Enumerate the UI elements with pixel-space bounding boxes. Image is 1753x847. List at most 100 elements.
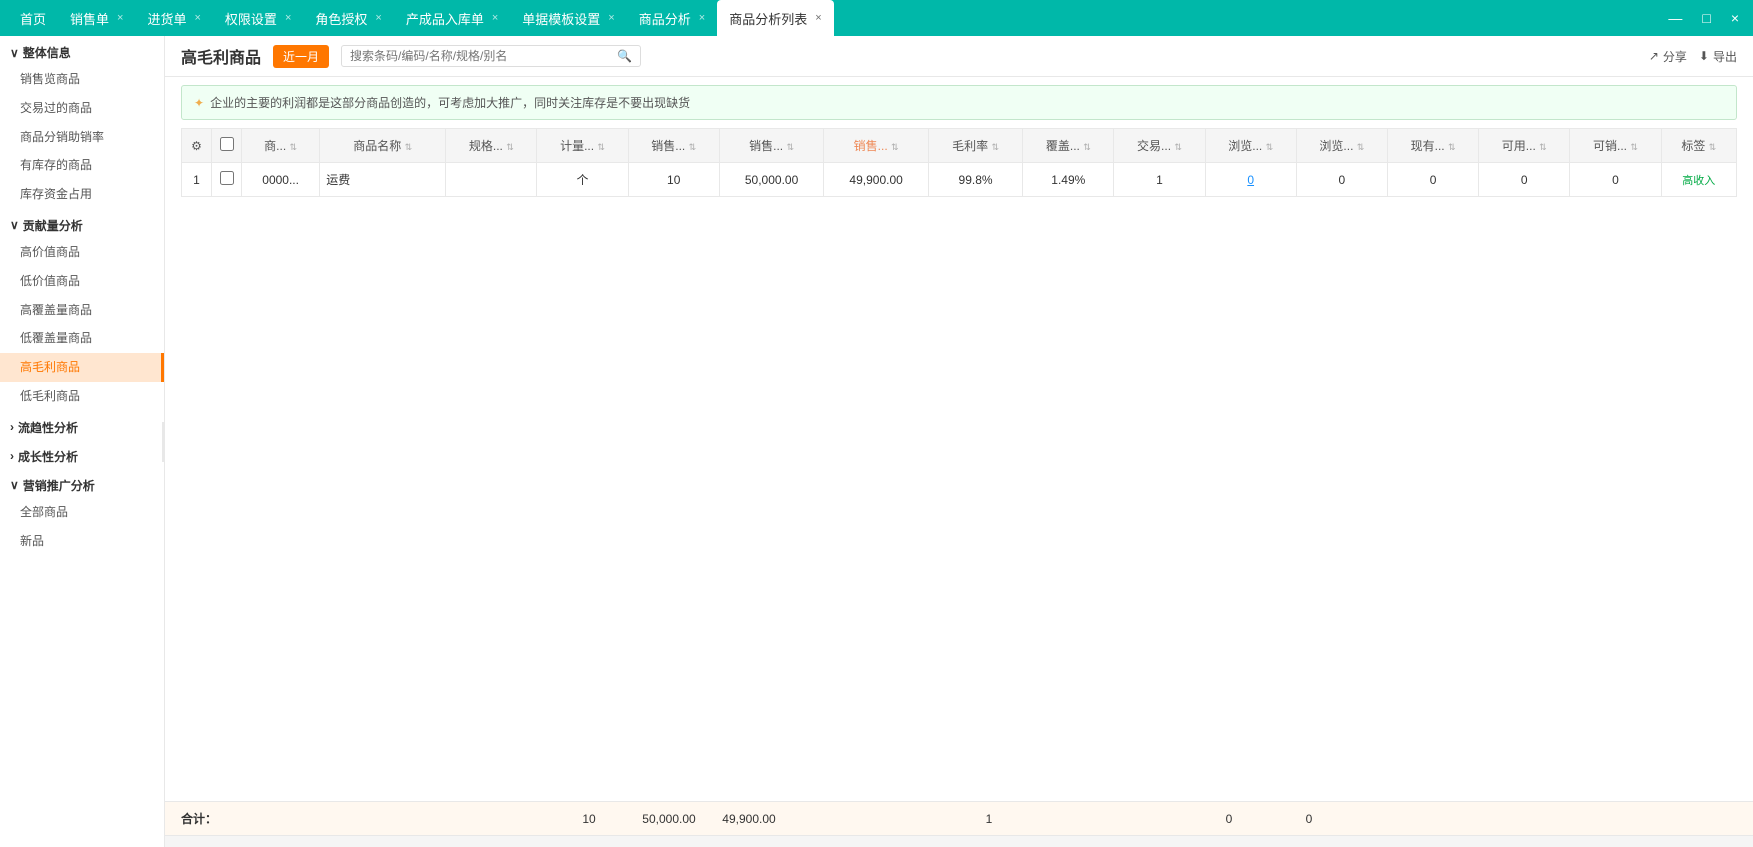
sidebar-item-high-margin[interactable]: 高毛利商品 (0, 353, 164, 382)
browse2-column-header[interactable]: 浏览... ⇅ (1296, 129, 1387, 163)
sort-icon: ⇅ (1448, 142, 1456, 152)
available-column-header[interactable]: 可用... ⇅ (1479, 129, 1570, 163)
sidebar-item-high-value[interactable]: 高价值商品 (0, 238, 164, 267)
close-icon[interactable]: × (492, 12, 498, 24)
sidebar-item-low-value[interactable]: 低价值商品 (0, 267, 164, 296)
sales-qty-column-header[interactable]: 销售... ⇅ (628, 129, 719, 163)
code-column-header[interactable]: 商... ⇅ (242, 129, 320, 163)
search-icon[interactable]: 🔍 (617, 49, 632, 63)
spec-column-header[interactable]: 规格... ⇅ (446, 129, 537, 163)
sort-icon: ⇅ (991, 142, 999, 152)
export-icon: ⬇ (1699, 49, 1709, 63)
settings-icon[interactable]: ⚙ (191, 139, 202, 153)
sidebar-group-trend[interactable]: › 流趋性分析 (0, 411, 164, 440)
nav-template-settings[interactable]: 单据模板设置 × (510, 0, 626, 36)
sales-amount-column-header[interactable]: 销售... ⇅ (719, 129, 824, 163)
current-stock-column-header[interactable]: 现有... ⇅ (1387, 129, 1478, 163)
close-icon[interactable]: × (815, 12, 821, 24)
sellable-column-header[interactable]: 可销... ⇅ (1570, 129, 1661, 163)
sidebar-group-overall[interactable]: ∨ 整体信息 (0, 36, 164, 65)
sidebar-group-contribution[interactable]: ∨ 贡献量分析 (0, 209, 164, 238)
sidebar-item-all-products[interactable]: 全部商品 (0, 498, 164, 527)
row-checkbox[interactable] (220, 171, 234, 185)
close-icon[interactable]: × (285, 12, 291, 24)
table-footer: 合计： 10 50,000.00 49,900.00 1 0 0 (165, 801, 1753, 835)
close-icon[interactable]: × (608, 12, 614, 24)
search-input[interactable] (350, 49, 613, 63)
row-tag: 高收入 (1661, 163, 1736, 197)
sort-icon: ⇅ (689, 142, 697, 152)
sidebar: 《 ∨ 整体信息 销售览商品 交易过的商品 商品分销助销率 有库存的商品 库存资… (0, 36, 165, 847)
settings-column-header[interactable]: ⚙ (182, 129, 212, 163)
sidebar-item-in-stock-products[interactable]: 有库存的商品 (0, 151, 164, 180)
sort-icon: ⇅ (1709, 142, 1717, 152)
nav-permissions[interactable]: 权限设置 × (213, 0, 303, 36)
nav-roles[interactable]: 角色授权 × (303, 0, 393, 36)
table-header-row: ⚙ 商... ⇅ 商品名称 ⇅ (182, 129, 1737, 163)
close-icon[interactable]: × (117, 12, 123, 24)
sidebar-group-marketing[interactable]: ∨ 营销推广分析 (0, 469, 164, 498)
checkbox-column-header (212, 129, 242, 163)
transaction-column-header[interactable]: 交易... ⇅ (1114, 129, 1205, 163)
footer-sales-qty: 10 (549, 812, 629, 826)
tag-column-header[interactable]: 标签 ⇅ (1661, 129, 1736, 163)
sidebar-item-traded-products[interactable]: 交易过的商品 (0, 94, 164, 123)
sidebar-item-low-coverage[interactable]: 低覆盖量商品 (0, 324, 164, 353)
header-actions: ↗ 分享 ⬇ 导出 (1649, 48, 1737, 65)
nav-finished-goods[interactable]: 产成品入库单 × (394, 0, 510, 36)
sidebar-item-sales-products[interactable]: 销售览商品 (0, 65, 164, 94)
footer-empty8 (1109, 812, 1189, 826)
footer-empty6 (869, 812, 949, 826)
sidebar-item-high-coverage[interactable]: 高覆盖量商品 (0, 296, 164, 325)
select-all-checkbox[interactable] (220, 137, 234, 151)
nav-product-analysis[interactable]: 商品分析 × (627, 0, 717, 36)
nav-purchase-order[interactable]: 进货单 × (135, 0, 212, 36)
footer-transaction: 1 (949, 812, 1029, 826)
sidebar-item-low-margin[interactable]: 低毛利商品 (0, 382, 164, 411)
export-button[interactable]: ⬇ 导出 (1699, 48, 1737, 65)
footer-empty5 (789, 812, 869, 826)
unit-column-header[interactable]: 计量... ⇅ (537, 129, 628, 163)
close-icon[interactable]: × (375, 12, 381, 24)
horizontal-scrollbar[interactable] (165, 835, 1753, 847)
row-name: 运费 (320, 163, 446, 197)
sales-profit-column-header[interactable]: 销售... ⇅ (824, 129, 929, 163)
sidebar-item-new-products[interactable]: 新品 (0, 527, 164, 556)
sidebar-item-distribution-rate[interactable]: 商品分销助销率 (0, 123, 164, 152)
row-code: 0000... (242, 163, 320, 197)
sidebar-toggle[interactable]: 《 (162, 422, 165, 462)
name-column-header[interactable]: 商品名称 ⇅ (320, 129, 446, 163)
share-button[interactable]: ↗ 分享 (1649, 48, 1687, 65)
footer-available: 0 (1269, 812, 1349, 826)
content-header: 高毛利商品 近一月 🔍 ↗ 分享 ⬇ 导出 (165, 36, 1753, 77)
sort-icon: ⇅ (1539, 142, 1547, 152)
main-layout: 《 ∨ 整体信息 销售览商品 交易过的商品 商品分销助销率 有库存的商品 库存资… (0, 36, 1753, 847)
row-browse1[interactable]: 0 (1205, 163, 1296, 197)
table-row: 1 0000... 运费 个 10 50,000.00 49,900.00 99… (182, 163, 1737, 197)
sidebar-item-inventory-funds[interactable]: 库存资金占用 (0, 180, 164, 209)
browse1-column-header[interactable]: 浏览... ⇅ (1205, 129, 1296, 163)
close-icon[interactable]: × (699, 12, 705, 24)
sort-icon: ⇅ (405, 142, 413, 152)
sort-icon: ⇅ (1083, 142, 1091, 152)
footer-empty2 (309, 812, 389, 826)
window-controls: — □ × (1662, 8, 1745, 28)
row-available: 0 (1479, 163, 1570, 197)
sort-icon: ⇅ (891, 142, 899, 152)
filter-recent-month-button[interactable]: 近一月 (273, 45, 329, 68)
gross-margin-column-header[interactable]: 毛利率 ⇅ (928, 129, 1022, 163)
window-close-icon[interactable]: × (1725, 8, 1745, 28)
nav-product-analysis-list[interactable]: 商品分析列表 × (717, 0, 833, 36)
minimize-icon[interactable]: — (1662, 8, 1688, 28)
maximize-icon[interactable]: □ (1696, 8, 1716, 28)
nav-sales-order[interactable]: 销售单 × (58, 0, 135, 36)
top-navigation: 首页 销售单 × 进货单 × 权限设置 × 角色授权 × 产成品入库单 × 单据… (0, 0, 1753, 36)
close-icon[interactable]: × (194, 12, 200, 24)
coverage-column-header[interactable]: 覆盖... ⇅ (1023, 129, 1114, 163)
nav-home[interactable]: 首页 (8, 0, 58, 36)
row-checkbox-cell[interactable] (212, 163, 242, 197)
collapse-arrow-icon: ∨ (10, 478, 19, 492)
row-browse2: 0 (1296, 163, 1387, 197)
footer-sales-profit: 49,900.00 (709, 812, 789, 826)
sidebar-group-growth[interactable]: › 成长性分析 (0, 440, 164, 469)
